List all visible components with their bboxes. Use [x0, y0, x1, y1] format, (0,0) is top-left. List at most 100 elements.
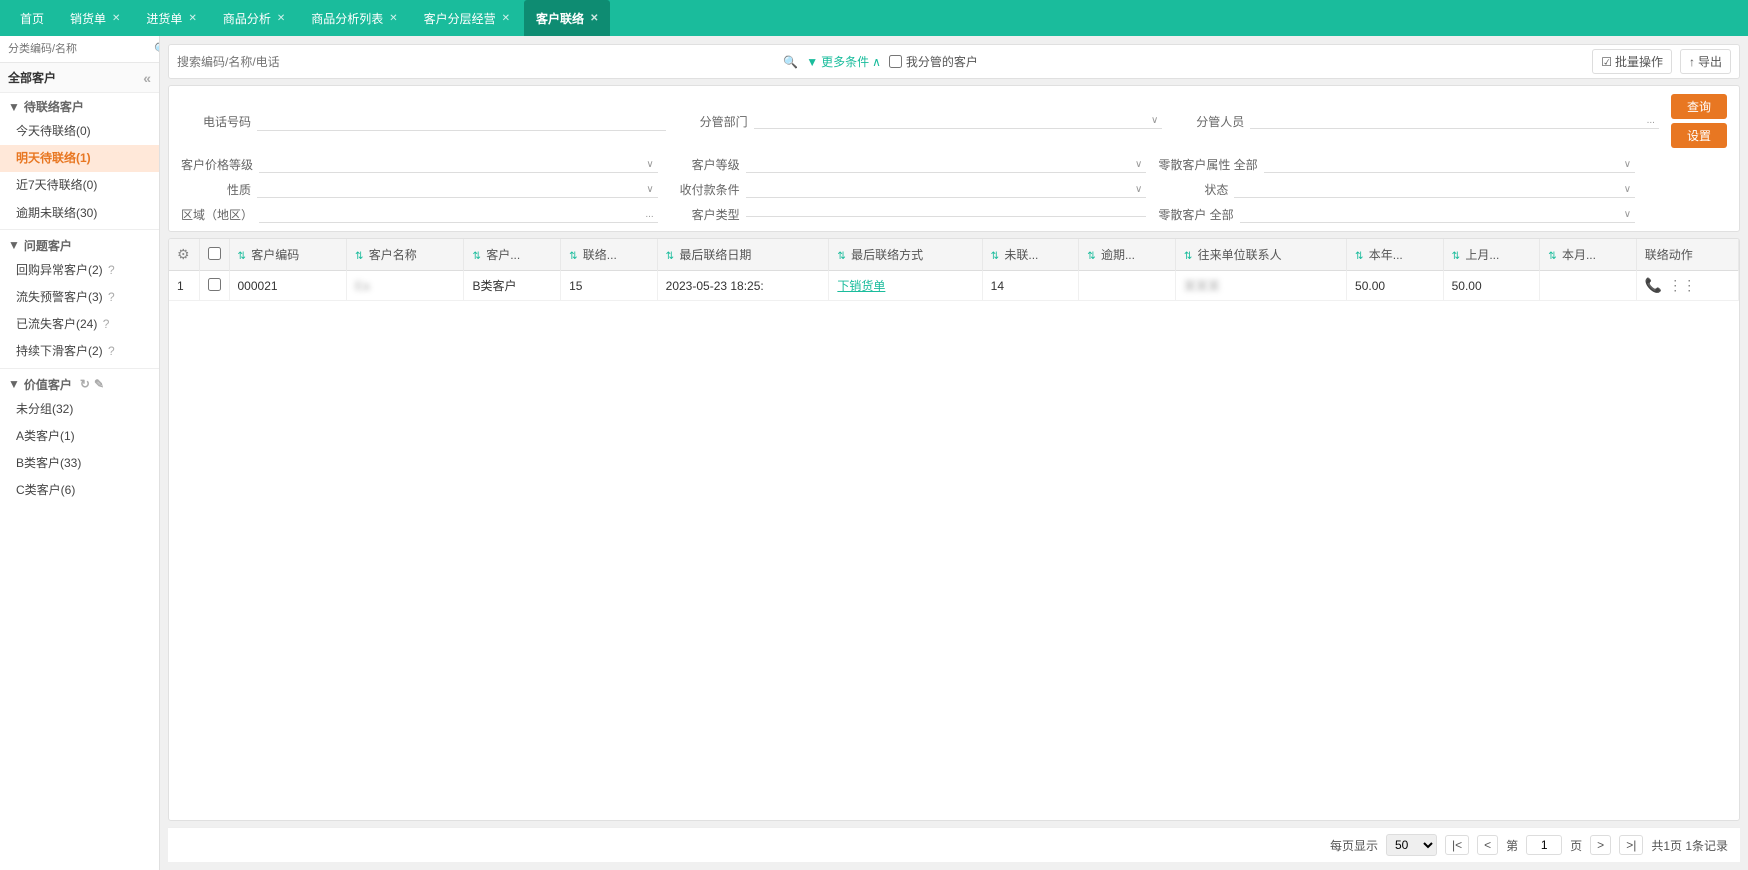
- per-page-select[interactable]: 50 100 200: [1386, 834, 1437, 856]
- sidebar-item-class-b[interactable]: B类客户(33): [0, 450, 159, 477]
- filter-dept-select[interactable]: ∨: [754, 113, 1163, 129]
- sidebar-item-ungrouped[interactable]: 未分组(32): [0, 396, 159, 423]
- sidebar-item-repurchase-abnormal[interactable]: 回购异常客户(2) ?: [0, 257, 159, 284]
- nav-customer-contact[interactable]: 客户联络 ✕: [524, 0, 610, 36]
- my-customers-checkbox[interactable]: [889, 55, 902, 68]
- value-group-edit-icon[interactable]: ✎: [94, 377, 104, 391]
- col-this-month[interactable]: ⇅ 本月...: [1540, 239, 1637, 271]
- filter-retail-customer: 零散客户 全部 ∨: [1158, 206, 1635, 223]
- filter-region-dots: ...: [645, 209, 653, 220]
- sidebar-item-class-c[interactable]: C类客户(6): [0, 477, 159, 504]
- filter-retail-attr-select[interactable]: ∨: [1264, 157, 1635, 173]
- filter-manager-dots: ...: [1647, 115, 1655, 126]
- nav-home[interactable]: 首页: [8, 0, 56, 36]
- help-icon-1[interactable]: ?: [108, 263, 115, 277]
- content-area: 🔍 ▼ 更多条件 ∧ 我分管的客户 ☑ 批量操作 ↑ 导出: [160, 36, 1748, 870]
- col-customer-name[interactable]: ⇅ 客户名称: [346, 239, 463, 271]
- sidebar-item-churn-warning[interactable]: 流失预警客户(3) ?: [0, 284, 159, 311]
- filter-retail-attr: 零散客户属性 全部 ∨: [1158, 156, 1635, 173]
- row-checkbox[interactable]: [208, 278, 221, 291]
- search-icon[interactable]: 🔍: [783, 55, 798, 69]
- filter-dept: 分管部门 ∨: [678, 113, 1163, 130]
- nav-purchase-order[interactable]: 进货单 ✕: [134, 0, 208, 36]
- col-contact-count[interactable]: ⇅ 联络...: [561, 239, 658, 271]
- help-icon-3[interactable]: ?: [103, 317, 110, 331]
- settings-button[interactable]: 设置: [1671, 123, 1727, 148]
- filter-manager-select[interactable]: ...: [1250, 113, 1659, 129]
- col-date-sort-icon: ⇅: [666, 251, 674, 262]
- my-customers-checkbox-label[interactable]: 我分管的客户: [889, 53, 978, 70]
- nav-customer-strat-close-icon[interactable]: ✕: [502, 13, 510, 24]
- filter-payment-select[interactable]: ∨: [746, 182, 1147, 198]
- filter-customer-level: 客户等级 ∨: [670, 156, 1147, 173]
- nav-sales-order[interactable]: 销货单 ✕: [58, 0, 132, 36]
- col-last-contact-date[interactable]: ⇅ 最后联络日期: [657, 239, 829, 271]
- sidebar-group-problem[interactable]: ▼ 问题客户: [0, 232, 159, 257]
- filter-payment-caret: ∨: [1135, 184, 1142, 195]
- filter-customer-type-select[interactable]: [746, 212, 1147, 217]
- search-input[interactable]: [177, 55, 775, 69]
- filter-status-select[interactable]: ∨: [1234, 182, 1635, 198]
- sidebar-item-7days[interactable]: 近7天待联络(0): [0, 172, 159, 199]
- nav-customer-stratification[interactable]: 客户分层经营 ✕: [412, 0, 522, 36]
- next-page-button[interactable]: >: [1590, 835, 1611, 855]
- nav-product-analysis[interactable]: 商品分析 ✕: [211, 0, 297, 36]
- filter-nature-select[interactable]: ∨: [257, 182, 658, 198]
- col-customer-code[interactable]: ⇅ 客户编码: [229, 239, 346, 271]
- filter-customer-level-select[interactable]: ∨: [746, 157, 1147, 173]
- sidebar-search-input[interactable]: [8, 43, 150, 55]
- nav-purchase-close-icon[interactable]: ✕: [188, 13, 196, 24]
- more-action-icon[interactable]: ⋮⋮: [1668, 277, 1696, 294]
- sidebar-all-customers[interactable]: 全部客户 «: [0, 63, 159, 93]
- sidebar-item-today[interactable]: 今天待联络(0): [0, 118, 159, 145]
- row-method-link[interactable]: 下销货单: [837, 279, 885, 293]
- value-group-refresh-icon[interactable]: ↻: [80, 377, 90, 391]
- nav-sales-close-icon[interactable]: ✕: [112, 13, 120, 24]
- last-page-button[interactable]: >|: [1619, 835, 1643, 855]
- help-icon-2[interactable]: ?: [108, 290, 115, 304]
- col-lastmonth-sort-icon: ⇅: [1452, 251, 1460, 262]
- phone-action-icon[interactable]: 📞: [1645, 277, 1662, 294]
- filter-retail-customer-select[interactable]: ∨: [1240, 207, 1635, 223]
- filter-price-select[interactable]: ∨: [259, 157, 658, 173]
- nav-product-analysis-label: 商品分析: [223, 10, 271, 27]
- export-label: 导出: [1698, 53, 1722, 70]
- col-contact-person[interactable]: ⇅ 往来单位联系人: [1175, 239, 1346, 271]
- sidebar-item-churned[interactable]: 已流失客户(24) ?: [0, 311, 159, 338]
- prev-page-button[interactable]: <: [1477, 835, 1498, 855]
- sidebar-group-pending[interactable]: ▼ 待联络客户: [0, 93, 159, 118]
- nav-product-analysis-close-icon[interactable]: ✕: [277, 13, 285, 24]
- sidebar-item-tomorrow[interactable]: 明天待联络(1): [0, 145, 159, 172]
- batch-action-button[interactable]: ☑ 批量操作: [1592, 49, 1672, 74]
- more-filter-button[interactable]: ▼ 更多条件 ∧: [806, 53, 881, 70]
- col-last-month[interactable]: ⇅ 上月...: [1443, 239, 1540, 271]
- query-button[interactable]: 查询: [1671, 94, 1727, 119]
- filter-region-select[interactable]: ...: [259, 207, 658, 223]
- first-page-button[interactable]: |<: [1445, 835, 1469, 855]
- col-unlink-days[interactable]: ⇅ 未联...: [982, 239, 1079, 271]
- nav-sales-label: 销货单: [70, 10, 106, 27]
- sidebar-item-overdue[interactable]: 逾期未联络(30): [0, 200, 159, 227]
- column-settings-icon[interactable]: ⚙: [177, 246, 190, 262]
- col-overdue[interactable]: ⇅ 逾期...: [1079, 239, 1176, 271]
- row-last-contact-date: 2023-05-23 18:25:: [657, 271, 829, 301]
- col-last-contact-method[interactable]: ⇅ 最后联络方式: [829, 239, 982, 271]
- help-icon-4[interactable]: ?: [108, 344, 115, 358]
- col-date-label: 最后联络日期: [679, 248, 751, 262]
- nav-customer-contact-close-icon[interactable]: ✕: [590, 13, 598, 24]
- nav-product-analysis-list[interactable]: 商品分析列表 ✕: [299, 0, 409, 36]
- nav-home-label: 首页: [20, 10, 44, 27]
- sidebar-group-value[interactable]: ▼ 价值客户 ↻ ✎: [0, 371, 159, 396]
- export-button[interactable]: ↑ 导出: [1680, 49, 1731, 74]
- filter-manager-label: 分管人员: [1174, 113, 1244, 130]
- page-number-input[interactable]: [1526, 835, 1562, 855]
- filter-phone-input[interactable]: [257, 112, 666, 131]
- batch-action-label: 批量操作: [1615, 53, 1663, 70]
- sidebar-item-declining[interactable]: 持续下滑客户(2) ?: [0, 338, 159, 365]
- col-code-sort-icon: ⇅: [238, 251, 246, 262]
- select-all-checkbox[interactable]: [208, 247, 221, 260]
- col-customer-type[interactable]: ⇅ 客户...: [464, 239, 561, 271]
- sidebar-item-class-a[interactable]: A类客户(1): [0, 423, 159, 450]
- col-year-amount[interactable]: ⇅ 本年...: [1347, 239, 1444, 271]
- nav-product-list-close-icon[interactable]: ✕: [389, 13, 397, 24]
